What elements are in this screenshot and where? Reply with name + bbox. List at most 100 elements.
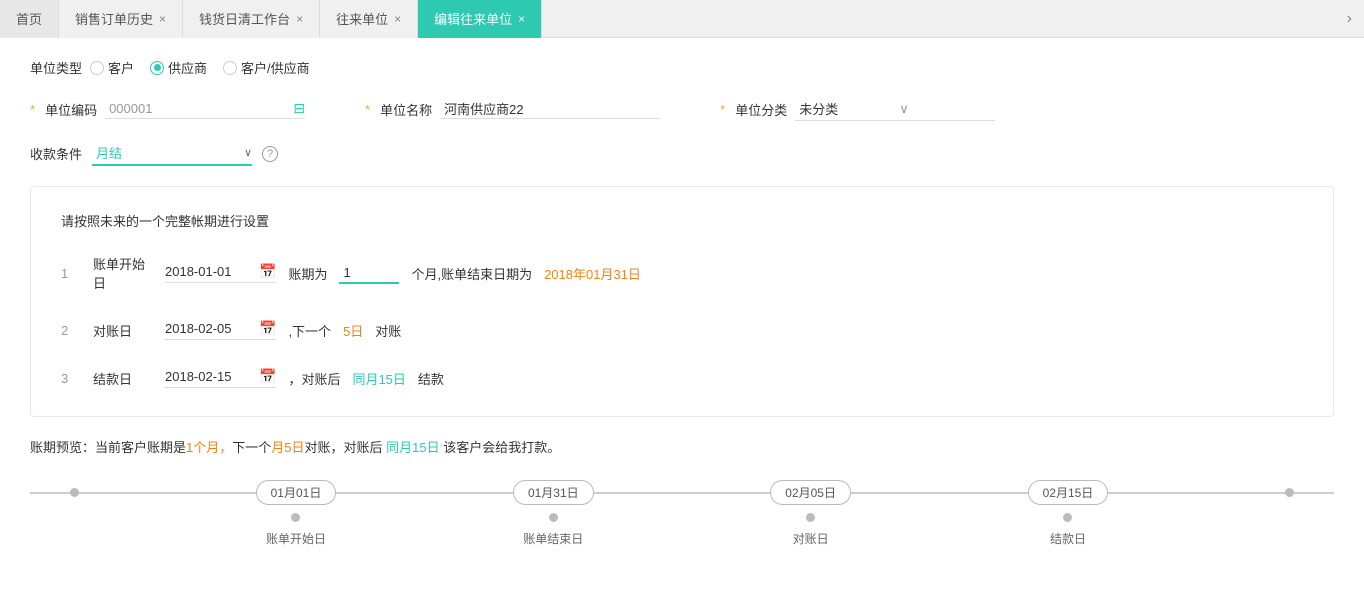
radio-both-circle [223,61,237,75]
unit-info-row: * 单位编码 ⊟ * 单位名称 * 单位分类 未分类 ∨ [30,97,1334,121]
radio-both[interactable]: 客户/供应商 [223,58,310,77]
timeline-point-3: 02月05日 对账日 [770,480,851,547]
payment-date-input[interactable] [165,369,255,384]
tab-home[interactable]: 首页 [0,0,59,38]
timeline-label-2: 账单结束日 [523,530,583,547]
unit-category-label: 单位分类 [735,100,787,119]
date-input-2: 📅 [165,320,276,340]
date-input-3: 📅 [165,368,276,388]
months-input[interactable] [339,263,399,282]
calendar-icon-3[interactable]: 📅 [259,368,276,385]
timeline-point-4: 02月15日 结款日 [1028,480,1109,547]
tab-edit-partner[interactable]: 编辑往来单位 × [418,0,542,38]
preview-row: 账期预览：当前客户账期是1个月，下一个月5日对账，对账后 同月15日 该客户会给… [30,437,1334,456]
help-icon[interactable]: ? [262,146,278,162]
unit-code-input[interactable] [105,99,293,118]
timeline-node-2 [549,513,558,522]
period-prefix-1: 账期为 [288,264,327,283]
period-months-prefix: 个月,账单结束日期为 [411,264,532,283]
period-num-3: 3 [61,371,81,386]
period-num-1: 1 [61,266,81,281]
period-desc-2-suffix: 对账 [375,321,401,340]
tab-scroll-arrow[interactable]: › [1335,0,1364,38]
timeline-label-4: 结款日 [1050,530,1086,547]
close-edit-partner-icon[interactable]: × [518,12,525,26]
unit-type-row: 单位类型 客户 供应商 客户/供应商 [30,58,1334,77]
period-row-3: 3 结款日 📅 ，对账后同月15日结款 [61,368,1303,388]
reconcile-date-input[interactable] [165,321,255,336]
tab-sales-order-history[interactable]: 销售订单历史 × [59,0,183,38]
tab-edit-partner-label: 编辑往来单位 [434,9,512,28]
period-row-2: 2 对账日 📅 ,下一个 5日对账 [61,320,1303,340]
period-desc-3-suffix: 结款 [418,369,444,388]
radio-supplier[interactable]: 供应商 [150,58,207,77]
unit-name-star: * [365,102,370,117]
unit-name-group: * 单位名称 [365,99,660,119]
unit-code-label: 单位编码 [45,100,97,119]
timeline-badge-4: 02月15日 [1028,480,1109,505]
timeline-right-end [1285,488,1294,497]
timeline-container: 01月01日 账单开始日 01月31日 账单结束日 02月05日 对账日 02月… [30,480,1334,547]
period-label-3: 结款日 [93,369,153,388]
timeline-node-4 [1063,513,1072,522]
period-label-1: 账单开始日 [93,254,153,292]
radio-customer[interactable]: 客户 [90,58,134,77]
close-cash-work-icon[interactable]: × [296,12,303,26]
period-desc-3-prefix: ，对账后 [288,369,340,388]
preview-prefix: 账期预览：当前客户账期是 [30,440,186,455]
tab-sales-order-history-label: 销售订单历史 [75,9,153,28]
preview-suffix1: 对账，对账后 [305,440,383,455]
radio-supplier-circle [150,61,164,75]
period-num-2: 2 [61,323,81,338]
preview-orange1: 1个月， [186,440,232,455]
radio-customer-circle [90,61,104,75]
start-date-input[interactable] [165,264,255,279]
preview-suffix2: 该客户会给我打款。 [443,440,560,455]
preview-middle: 下一个 [232,440,271,455]
timeline-point-1: 01月01日 账单开始日 [256,480,337,547]
tab-cash-work[interactable]: 钱货日清工作台 × [183,0,320,38]
unit-name-label: 单位名称 [380,100,432,119]
timeline-badge-1: 01月01日 [256,480,337,505]
tab-bar: 首页 销售订单历史 × 钱货日清工作台 × 往来单位 × 编辑往来单位 × › [0,0,1364,38]
unit-type-label: 单位类型 [30,58,82,77]
period-desc-2-prefix: ,下一个 [288,321,331,340]
payment-condition-select[interactable]: 月结 ∨ [92,141,252,166]
payment-condition-value: 月结 [92,141,244,164]
period-row-1: 1 账单开始日 📅 账期为 个月,账单结束日期为 2018年01月31日 [61,254,1303,292]
unit-type-group: 单位类型 客户 供应商 客户/供应商 [30,58,310,77]
preview-orange2: 月5日 [271,440,304,455]
unit-type-radio-group: 客户 供应商 客户/供应商 [90,58,310,77]
months-input-wrap [339,263,399,284]
tab-partner-unit[interactable]: 往来单位 × [320,0,418,38]
radio-supplier-label: 供应商 [168,58,207,77]
radio-both-label: 客户/供应商 [241,58,310,77]
timeline-node-1 [291,513,300,522]
tab-cash-work-label: 钱货日清工作台 [199,9,290,28]
timeline-badge-3: 02月05日 [770,480,851,505]
unit-name-input[interactable] [440,99,660,119]
timeline-node-3 [806,513,815,522]
payment-condition-label: 收款条件 [30,144,82,163]
unit-code-input-wrap: ⊟ [105,99,305,119]
tab-partner-unit-label: 往来单位 [336,9,388,28]
unit-category-group: * 单位分类 未分类 ∨ [720,97,995,121]
payment-condition-row: 收款条件 月结 ∨ ? [30,141,1334,166]
preview-teal: 同月15日 [386,440,439,455]
radio-customer-label: 客户 [108,58,134,77]
close-partner-unit-icon[interactable]: × [394,12,401,26]
period-end-date: 2018年01月31日 [544,264,641,283]
timeline-badge-2: 01月31日 [513,480,594,505]
date-input-1: 📅 [165,263,276,283]
calendar-icon-1[interactable]: 📅 [259,263,276,280]
copy-icon[interactable]: ⊟ [293,100,305,117]
main-content: 单位类型 客户 供应商 客户/供应商 * 单位编码 [0,38,1364,608]
period-desc-2-orange: 5日 [343,321,363,340]
unit-code-star: * [30,102,35,117]
calendar-icon-2[interactable]: 📅 [259,320,276,337]
close-sales-order-history-icon[interactable]: × [159,12,166,26]
tab-home-label: 首页 [16,9,42,28]
timeline-left-dot [70,488,79,497]
period-label-2: 对账日 [93,321,153,340]
unit-category-select[interactable]: 未分类 ∨ [795,97,995,121]
